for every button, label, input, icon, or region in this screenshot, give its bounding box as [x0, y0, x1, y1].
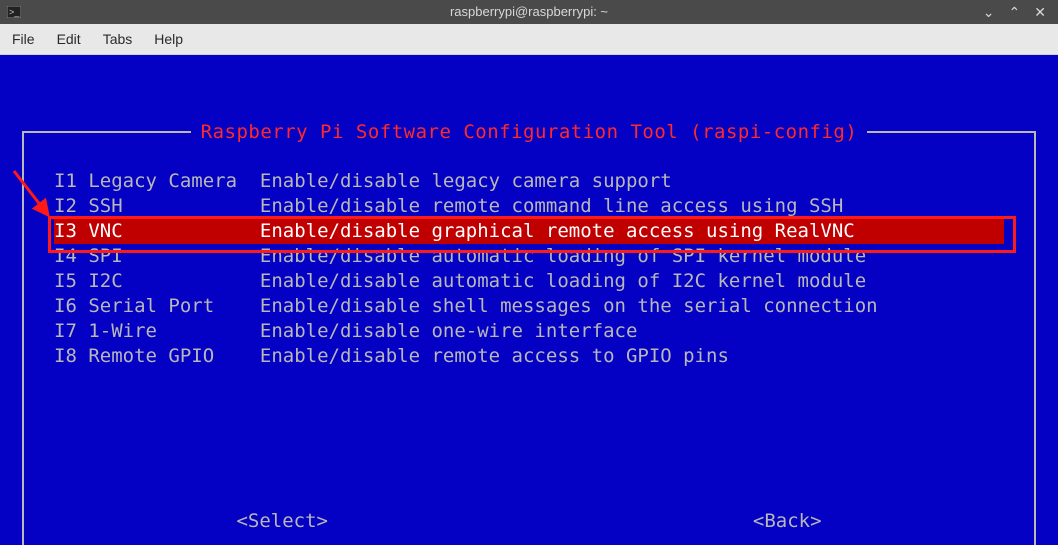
- config-menu-item-i2[interactable]: I2 SSH Enable/disable remote command lin…: [54, 194, 1004, 219]
- config-menu-item-i8[interactable]: I8 Remote GPIO Enable/disable remote acc…: [54, 344, 1004, 369]
- config-menu-item-i7[interactable]: I7 1-Wire Enable/disable one-wire interf…: [54, 319, 1004, 344]
- maximize-button[interactable]: ⌃: [1009, 0, 1021, 24]
- config-menu-item-i3[interactable]: I3 VNC Enable/disable graphical remote a…: [54, 219, 1004, 244]
- menu-tabs[interactable]: Tabs: [103, 31, 133, 47]
- config-menu-item-i5[interactable]: I5 I2C Enable/disable automatic loading …: [54, 269, 1004, 294]
- dialog-title: Raspberry Pi Software Configuration Tool…: [191, 121, 868, 143]
- minimize-button[interactable]: ⌄: [983, 0, 995, 24]
- close-button[interactable]: ✕: [1034, 0, 1046, 24]
- dialog-title-wrap: Raspberry Pi Software Configuration Tool…: [24, 121, 1034, 143]
- menu-help[interactable]: Help: [154, 31, 183, 47]
- terminal-area: Raspberry Pi Software Configuration Tool…: [0, 55, 1058, 545]
- back-button[interactable]: <Back>: [753, 510, 822, 532]
- config-menu-item-i6[interactable]: I6 Serial Port Enable/disable shell mess…: [54, 294, 1004, 319]
- svg-text:>_: >_: [9, 7, 20, 17]
- terminal-icon: >_: [6, 4, 22, 20]
- window-title: raspberrypi@raspberrypi: ~: [0, 0, 1058, 24]
- window-titlebar: >_ raspberrypi@raspberrypi: ~ ⌄ ⌃ ✕: [0, 0, 1058, 24]
- raspi-config-dialog: Raspberry Pi Software Configuration Tool…: [22, 131, 1036, 545]
- menu-file[interactable]: File: [12, 31, 35, 47]
- menubar: File Edit Tabs Help: [0, 24, 1058, 55]
- window-controls: ⌄ ⌃ ✕: [983, 0, 1058, 24]
- config-menu-item-i4[interactable]: I4 SPI Enable/disable automatic loading …: [54, 244, 1004, 269]
- dialog-buttons: <Select> <Back>: [24, 510, 1034, 532]
- config-menu-item-i1[interactable]: I1 Legacy Camera Enable/disable legacy c…: [54, 169, 1004, 194]
- select-button[interactable]: <Select>: [236, 510, 328, 532]
- menu-edit[interactable]: Edit: [57, 31, 81, 47]
- config-menu-list[interactable]: I1 Legacy Camera Enable/disable legacy c…: [54, 169, 1004, 369]
